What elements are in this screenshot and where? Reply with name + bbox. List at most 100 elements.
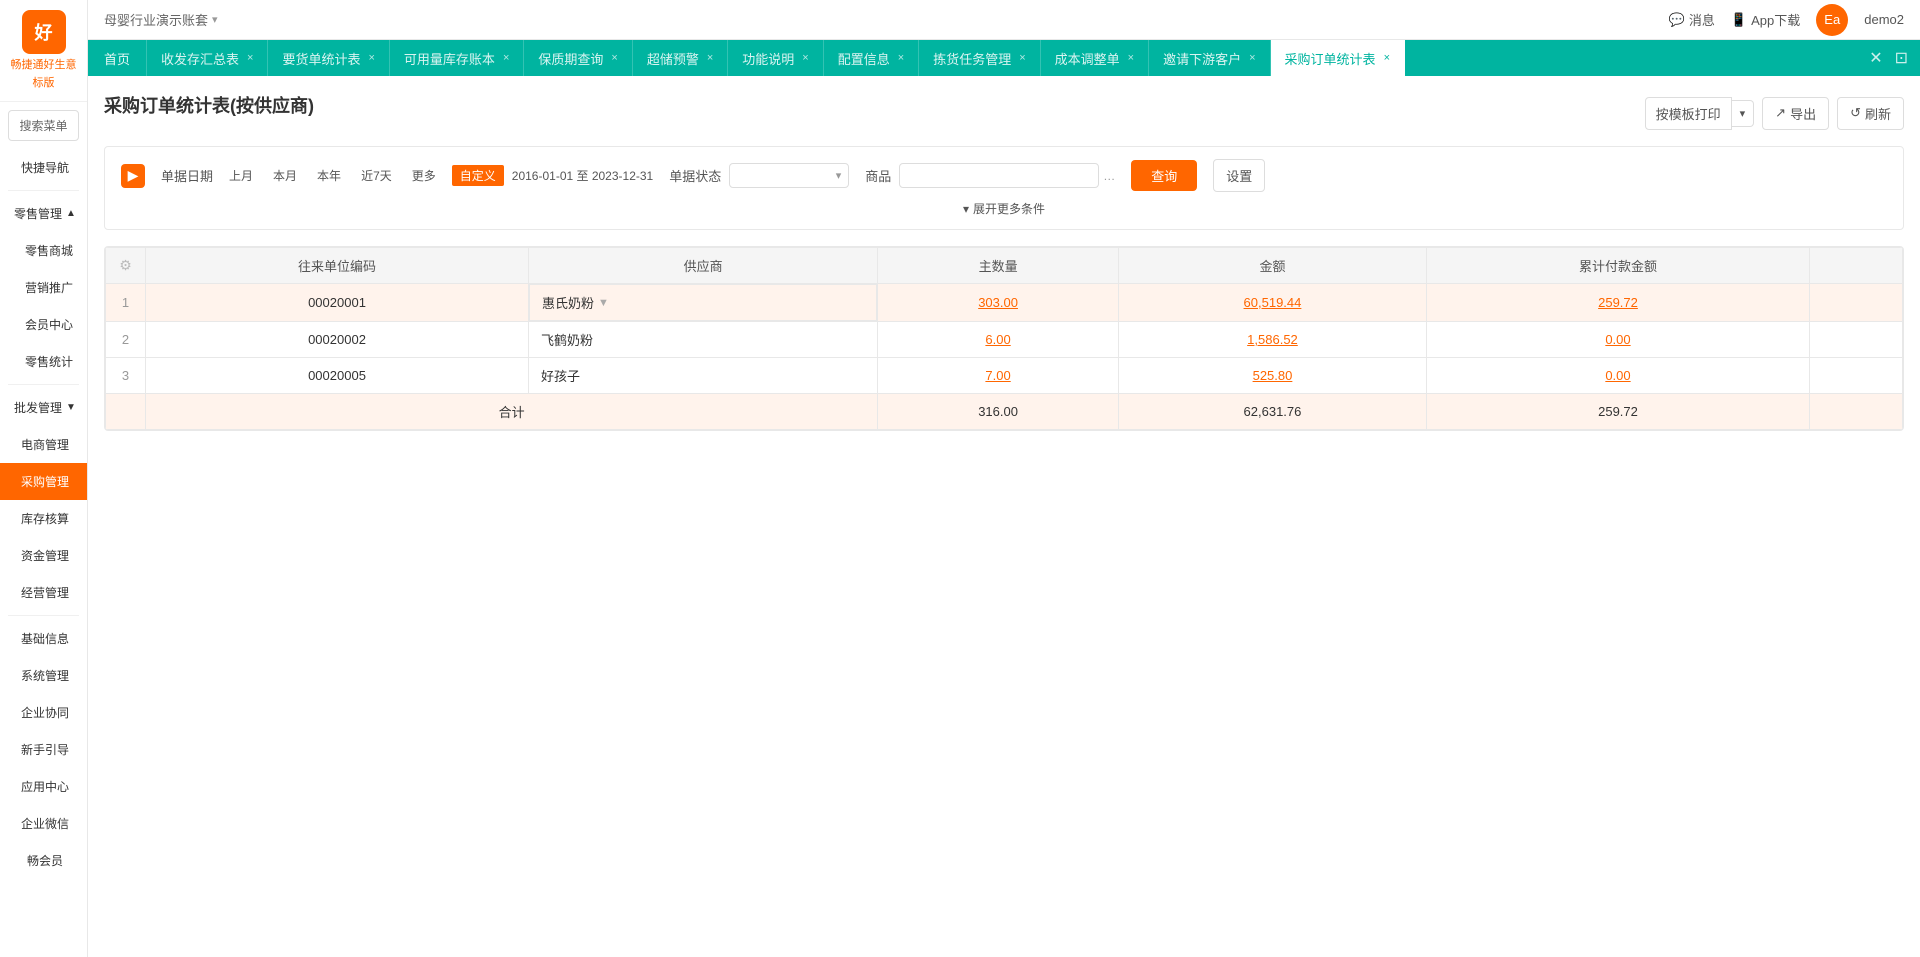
retail-mall-label: 零售商城 (25, 242, 73, 259)
row-qty[interactable]: 303.00 (878, 284, 1119, 322)
breadcrumb-dropdown-icon[interactable]: ▾ (212, 13, 218, 26)
row-code: 00020002 (146, 322, 529, 358)
topbar-actions: 💬 消息 📱 App下载 Ea demo2 (1669, 4, 1904, 36)
sidebar-item-enterprise[interactable]: 企业协同 (0, 694, 87, 731)
row-amount[interactable]: 1,586.52 (1118, 322, 1426, 358)
tab-cost-adjust[interactable]: 成本调整单 × (1041, 40, 1149, 76)
tab-inventory-book[interactable]: 可用量库存账本 × (390, 40, 524, 76)
sidebar-item-quick-nav[interactable]: 快捷导航 (0, 149, 87, 186)
goods-more-icon[interactable]: … (1103, 169, 1115, 183)
username[interactable]: demo2 (1864, 12, 1904, 27)
sidebar-item-finance[interactable]: 资金管理 (0, 537, 87, 574)
sidebar-item-system[interactable]: 系统管理 (0, 657, 87, 694)
tab-config-close[interactable]: × (898, 52, 904, 64)
tab-cost-adjust-close[interactable]: × (1128, 52, 1134, 64)
tab-orders-close[interactable]: × (368, 52, 374, 64)
date-shortcuts: 上月 本月 本年 近7天 更多 (221, 165, 444, 186)
tab-close-btn[interactable]: ✕ (1865, 48, 1886, 68)
export-label: 导出 (1790, 104, 1816, 123)
sidebar-item-vip[interactable]: 畅会员 (0, 842, 87, 879)
logo-icon: 好 (22, 10, 66, 54)
tab-config[interactable]: 配置信息 × (824, 40, 919, 76)
column-settings-icon[interactable]: ⚙ (119, 257, 132, 274)
tab-pick-task-close[interactable]: × (1019, 52, 1025, 64)
date-shortcut-this-year[interactable]: 本年 (309, 165, 349, 186)
sidebar-item-wechat[interactable]: 企业微信 (0, 805, 87, 842)
date-shortcut-this-month[interactable]: 本月 (265, 165, 305, 186)
export-button[interactable]: ↗ 导出 (1762, 97, 1829, 130)
tab-receivables[interactable]: 收发存汇总表 × (147, 40, 268, 76)
print-button[interactable]: 按模板打印 (1645, 97, 1732, 130)
wholesale-mgmt-arrow: ▼ (66, 402, 76, 413)
settings-button[interactable]: 设置 (1213, 159, 1265, 192)
row-amount[interactable]: 60,519.44 (1118, 284, 1426, 322)
row-qty[interactable]: 7.00 (878, 358, 1119, 394)
tab-orders[interactable]: 要货单统计表 × (268, 40, 389, 76)
user-avatar[interactable]: Ea (1816, 4, 1848, 36)
row-extra (1810, 284, 1903, 322)
summary-paid: 259.72 (1426, 394, 1809, 430)
table-footer: 合计 316.00 62,631.76 259.72 (106, 394, 1903, 430)
retail-stats-label: 零售统计 (25, 353, 73, 370)
sidebar-item-newbie[interactable]: 新手引导 (0, 731, 87, 768)
col-qty: 主数量 (878, 248, 1119, 284)
sidebar-item-marketing[interactable]: 营销推广 (0, 269, 87, 306)
tab-purchase-stats-close[interactable]: × (1384, 52, 1390, 64)
row-qty[interactable]: 6.00 (878, 322, 1119, 358)
tab-inventory-book-close[interactable]: × (503, 52, 509, 64)
sidebar-item-basic-info[interactable]: 基础信息 (0, 620, 87, 657)
message-label: 消息 (1689, 10, 1715, 29)
sidebar-item-retail-stats[interactable]: 零售统计 (0, 343, 87, 380)
search-menu-button[interactable]: 搜索菜单 (8, 110, 79, 141)
tab-shelf-life-close[interactable]: × (611, 52, 617, 64)
date-filter-group: 单据日期 上月 本月 本年 近7天 更多 自定义 2016-01-01 至 20… (161, 165, 653, 186)
table-row: 3 00020005 好孩子 7.00 525.80 0.00 (106, 358, 1903, 394)
tab-restore-btn[interactable]: ⊡ (1891, 48, 1912, 68)
row-supplier: 好孩子 (529, 358, 878, 394)
date-tag[interactable]: 自定义 (452, 165, 504, 186)
message-action[interactable]: 💬 消息 (1669, 10, 1715, 29)
tab-pick-task[interactable]: 拣货任务管理 × (919, 40, 1040, 76)
tab-overstock-close[interactable]: × (707, 52, 713, 64)
date-shortcut-last-month[interactable]: 上月 (221, 165, 261, 186)
message-icon: 💬 (1669, 12, 1685, 28)
date-shortcut-more[interactable]: 更多 (404, 165, 444, 186)
sidebar-item-member[interactable]: 会员中心 (0, 306, 87, 343)
finance-label: 资金管理 (21, 547, 69, 564)
data-table: ⚙ 往来单位编码 供应商 主数量 金额 累计付款金额 1 000200 (105, 247, 1903, 430)
row-amount[interactable]: 525.80 (1118, 358, 1426, 394)
tab-invite-downstream-close[interactable]: × (1249, 52, 1255, 64)
sidebar-item-ecommerce[interactable]: 电商管理 (0, 426, 87, 463)
print-dropdown-arrow[interactable]: ▾ (1732, 100, 1755, 127)
status-select[interactable] (729, 163, 849, 188)
sidebar-item-operations[interactable]: 经营管理 (0, 574, 87, 611)
app-download-action[interactable]: 📱 App下载 (1731, 10, 1800, 29)
filter-toggle-button[interactable]: ▶ (121, 164, 145, 188)
tab-purchase-stats[interactable]: 采购订单统计表 × (1271, 40, 1405, 76)
tab-shelf-life[interactable]: 保质期查询 × (524, 40, 632, 76)
sidebar-item-app-center[interactable]: 应用中心 (0, 768, 87, 805)
sidebar-item-purchase-mgmt[interactable]: 采购管理 (0, 463, 87, 500)
tab-receivables-close[interactable]: × (247, 52, 253, 64)
date-shortcut-7days[interactable]: 近7天 (353, 165, 400, 186)
row-paid[interactable]: 0.00 (1426, 322, 1809, 358)
refresh-button[interactable]: ↺ 刷新 (1837, 97, 1904, 130)
tab-function-desc[interactable]: 功能说明 × (728, 40, 823, 76)
goods-input[interactable] (899, 163, 1099, 188)
page-header-actions: 按模板打印 ▾ ↗ 导出 ↺ 刷新 (1645, 97, 1904, 130)
expand-more-button[interactable]: ▾ 展开更多条件 (963, 200, 1045, 217)
tab-invite-downstream[interactable]: 邀请下游客户 × (1149, 40, 1270, 76)
query-button[interactable]: 查询 (1131, 160, 1197, 191)
sidebar-item-wholesale-mgmt[interactable]: 批发管理 ▼ (0, 389, 87, 426)
print-dropdown: 按模板打印 ▾ (1645, 97, 1755, 130)
tab-home[interactable]: 首页 (88, 40, 147, 76)
tab-overstock[interactable]: 超储预警 × (633, 40, 728, 76)
vip-label: 畅会员 (27, 852, 63, 869)
sidebar-item-retail-mgmt[interactable]: 零售管理 ▲ (0, 195, 87, 232)
row-paid[interactable]: 0.00 (1426, 358, 1809, 394)
tab-function-desc-close[interactable]: × (802, 52, 808, 64)
row-expand-icon[interactable]: ▼ (598, 297, 609, 309)
sidebar-item-retail-mall[interactable]: 零售商城 (0, 232, 87, 269)
row-paid[interactable]: 259.72 (1426, 284, 1809, 322)
sidebar-item-inventory[interactable]: 库存核算 (0, 500, 87, 537)
